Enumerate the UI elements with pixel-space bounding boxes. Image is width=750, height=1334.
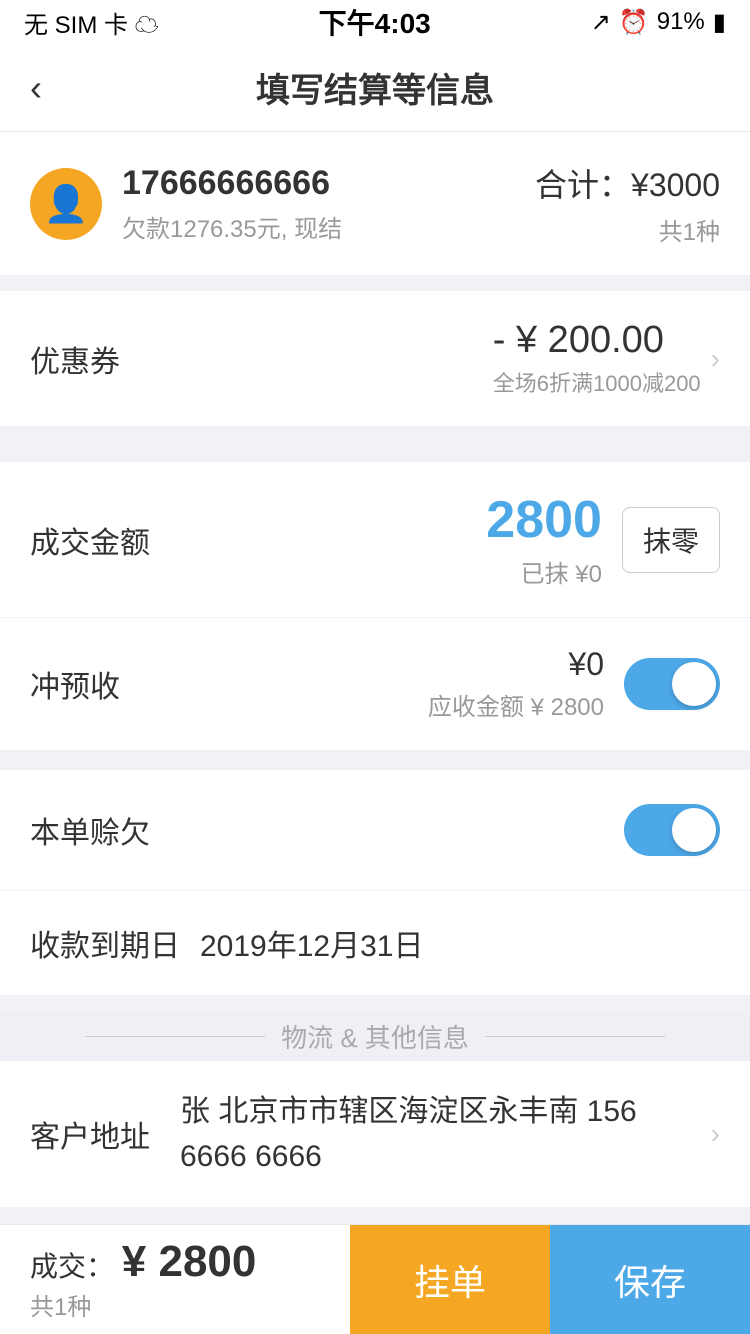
nav-bar: ‹ 填写结算等信息 [0,44,750,132]
section-divider-2 [0,750,750,770]
bottom-deal-amount: ¥ 2800 [122,1237,257,1286]
logistics-divider: 物流 & 其他信息 [0,1011,750,1061]
status-time: 下午4:03 [319,2,431,42]
customer-info: 17666666666 欠款1276.35元, 现结 [122,164,342,244]
hang-order-button[interactable]: 挂单 [350,1225,550,1334]
deal-amount-value: 2800 [486,490,602,550]
customer-debt: 欠款1276.35元, 现结 [122,209,342,244]
prepay-receivable: 应收金额 ¥ 2800 [428,687,604,722]
status-bar: 无 SIM 卡 ☁ 下午4:03 ↗ ⏰ 91% ▮ [0,0,750,44]
debt-row: 本单赊欠 [0,770,750,890]
customer-left: 👤 17666666666 欠款1276.35元, 现结 [30,164,342,244]
avatar: 👤 [30,168,102,240]
bottom-deal-row: 成交： ¥ 2800 [30,1237,320,1287]
save-label: 保存 [614,1254,686,1306]
back-button[interactable]: ‹ [30,67,42,109]
coupon-row[interactable]: 优惠券 - ¥ 200.00 全场6折满1000减200 › [0,291,750,426]
address-chevron-icon: › [711,1118,720,1150]
date-value: 2019年12月31日 [200,921,423,965]
logistics-divider-line: 物流 & 其他信息 [85,1018,665,1055]
bottom-bar: 成交： ¥ 2800 共1种 挂单 保存 [0,1224,750,1334]
prepay-row: 冲预收 ¥0 应收金额 ¥ 2800 [0,617,750,750]
total-count: 共1种 [535,212,720,247]
deal-erased: 已抹 ¥0 [486,554,602,589]
content: 👤 17666666666 欠款1276.35元, 现结 合计：¥3000 共1… [0,132,750,1327]
prepay-value-block: ¥0 应收金额 ¥ 2800 [428,646,604,722]
logistics-line-left [85,1036,265,1037]
save-button[interactable]: 保存 [550,1225,750,1334]
coupon-description: 全场6折满1000减200 [493,366,701,398]
logistics-line-right [485,1036,665,1037]
coupon-discount: - ¥ 200.00 [493,319,701,362]
location-icon: ↗ [591,8,611,37]
clock-icon: ⏰ [619,8,649,37]
deal-amount-label: 成交金额 [30,518,150,562]
avatar-icon: 👤 [44,183,89,225]
debt-label: 本单赊欠 [30,808,150,852]
hang-order-label: 挂单 [414,1254,486,1306]
customer-card: 👤 17666666666 欠款1276.35元, 现结 合计：¥3000 共1… [0,132,750,275]
deal-right: 2800 已抹 ¥0 抹零 [486,490,720,589]
date-label: 收款到期日 [30,921,180,965]
logistics-title: 物流 & 其他信息 [281,1018,469,1055]
date-row: 收款到期日 2019年12月31日 [0,890,750,995]
bottom-count: 共1种 [30,1287,320,1322]
total-amount: 合计：¥3000 [535,160,720,206]
address-row[interactable]: 客户地址 张 北京市市辖区海淀区永丰南 156 6666 6666 › [0,1061,750,1207]
deal-amount-row: 成交金额 2800 已抹 ¥0 抹零 [0,462,750,617]
deal-section: 成交金额 2800 已抹 ¥0 抹零 冲预收 ¥0 应收金额 ¥ 2800 [0,462,750,750]
prepay-toggle[interactable] [624,658,720,710]
section-divider-1 [0,442,750,462]
customer-phone: 17666666666 [122,164,342,203]
debt-toggle[interactable] [624,804,720,856]
battery-icon: ▮ [713,8,726,37]
status-right: ↗ ⏰ 91% ▮ [591,8,726,37]
prepay-label: 冲预收 [30,662,120,706]
prepay-right: ¥0 应收金额 ¥ 2800 [428,646,720,722]
deal-value-block: 2800 已抹 ¥0 [486,490,602,589]
customer-right: 合计：¥3000 共1种 [535,160,720,247]
coupon-label: 优惠券 [30,337,120,381]
prepay-amount: ¥0 [428,646,604,683]
page-title: 填写结算等信息 [256,63,494,112]
sim-label: 无 SIM 卡 ☁ [24,5,159,40]
status-left: 无 SIM 卡 ☁ [24,5,159,40]
battery-label: 91% [657,8,705,36]
bottom-left: 成交： ¥ 2800 共1种 [0,1237,350,1322]
round-zero-button[interactable]: 抹零 [622,507,720,573]
address-value: 张 北京市市辖区海淀区永丰南 156 6666 6666 [180,1089,701,1179]
bottom-deal-label: 成交： [30,1251,114,1282]
coupon-chevron-icon: › [711,343,720,375]
debt-section: 本单赊欠 收款到期日 2019年12月31日 [0,770,750,995]
address-label: 客户地址 [30,1112,150,1156]
coupon-right: - ¥ 200.00 全场6折满1000减200 › [493,319,720,398]
